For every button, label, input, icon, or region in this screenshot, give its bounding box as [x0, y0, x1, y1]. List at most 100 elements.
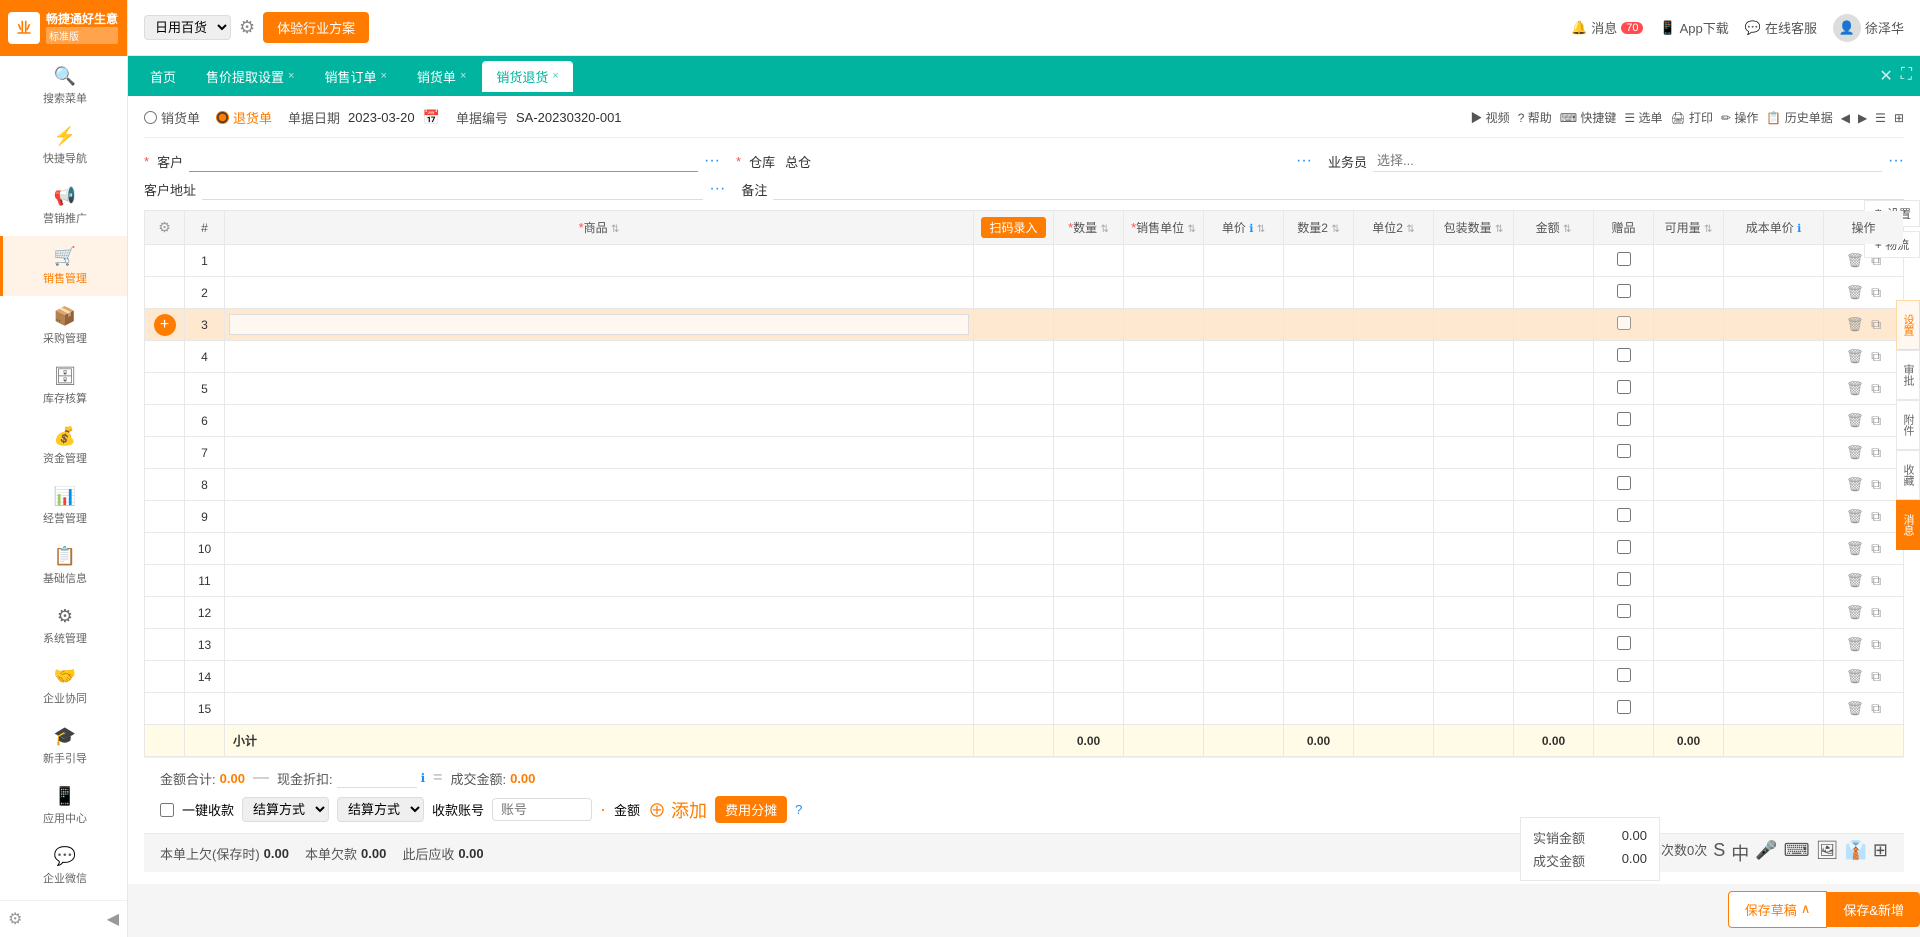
gift-checkbox-6[interactable]: [1617, 412, 1631, 426]
cell-qty-11[interactable]: [1054, 565, 1124, 597]
tab-close-1[interactable]: ×: [288, 70, 294, 82]
chinese-icon[interactable]: 中: [1731, 840, 1749, 866]
delete-btn-5[interactable]: 🗑: [1844, 378, 1866, 399]
prev-doc-btn[interactable]: ◀: [1841, 111, 1850, 125]
gift-checkbox-15[interactable]: [1617, 700, 1631, 714]
tab-2[interactable]: 销售订单×: [310, 61, 400, 92]
cell-pkgqty-9[interactable]: [1434, 501, 1514, 533]
cell-goods-12[interactable]: [225, 597, 974, 629]
cell-gift-9[interactable]: [1594, 501, 1654, 533]
cell-unit-11[interactable]: [1124, 565, 1204, 597]
table-settings-btn[interactable]: ⚙: [158, 219, 171, 236]
help-btn[interactable]: ? 帮助: [1518, 109, 1552, 126]
cell-unit2-5[interactable]: [1354, 373, 1434, 405]
float-btn-settings[interactable]: 设置: [1896, 300, 1920, 350]
qty-sort-icon[interactable]: ⇅: [1101, 224, 1109, 235]
customer-input[interactable]: [189, 150, 698, 172]
cell-qty2-2[interactable]: [1284, 277, 1354, 309]
sidebar-item-12[interactable]: 📱应用中心: [0, 776, 127, 836]
cell-gift-13[interactable]: [1594, 629, 1654, 661]
cell-amount-3[interactable]: [1514, 309, 1594, 341]
delete-btn-15[interactable]: 🗑: [1844, 698, 1866, 719]
cell-price-14[interactable]: [1204, 661, 1284, 693]
cell-price-8[interactable]: [1204, 469, 1284, 501]
gift-checkbox-1[interactable]: [1617, 252, 1631, 266]
cell-price-7[interactable]: [1204, 437, 1284, 469]
cell-unit2-4[interactable]: [1354, 341, 1434, 373]
copy-btn-4[interactable]: ⧉: [1869, 346, 1883, 367]
sidebar-item-10[interactable]: 🤝企业协同: [0, 656, 127, 716]
cell-pkgqty-7[interactable]: [1434, 437, 1514, 469]
gift-checkbox-4[interactable]: [1617, 348, 1631, 362]
cell-gift-2[interactable]: [1594, 277, 1654, 309]
cell-unit2-13[interactable]: [1354, 629, 1434, 661]
cell-unit-9[interactable]: [1124, 501, 1204, 533]
cell-goods-7[interactable]: [225, 437, 974, 469]
img-icon[interactable]: 🖼: [1816, 840, 1839, 866]
cell-qty-12[interactable]: [1054, 597, 1124, 629]
cell-pkgqty-11[interactable]: [1434, 565, 1514, 597]
print-btn[interactable]: 🖨 打印: [1670, 109, 1713, 126]
gift-checkbox-12[interactable]: [1617, 604, 1631, 618]
sidebar-item-0[interactable]: 🔍搜索菜单: [0, 56, 127, 116]
cell-pkgqty-14[interactable]: [1434, 661, 1514, 693]
online-service-btn[interactable]: 💬 在线客服: [1745, 18, 1817, 37]
cell-qty-2[interactable]: [1054, 277, 1124, 309]
address-input[interactable]: [202, 178, 703, 200]
sidebar-item-7[interactable]: 📊经营管理: [0, 476, 127, 536]
cell-pkgqty-2[interactable]: [1434, 277, 1514, 309]
cell-unit2-12[interactable]: [1354, 597, 1434, 629]
price-sort-icon[interactable]: ⇅: [1257, 224, 1265, 235]
cell-unit2-6[interactable]: [1354, 405, 1434, 437]
cell-qty-8[interactable]: [1054, 469, 1124, 501]
cell-pkgqty-8[interactable]: [1434, 469, 1514, 501]
cell-goods-5[interactable]: [225, 373, 974, 405]
cell-qty2-1[interactable]: [1284, 245, 1354, 277]
cell-goods-4[interactable]: [225, 341, 974, 373]
cell-amount-11[interactable]: [1514, 565, 1594, 597]
cell-unit2-3[interactable]: [1354, 309, 1434, 341]
cell-qty2-4[interactable]: [1284, 341, 1354, 373]
cell-qty2-12[interactable]: [1284, 597, 1354, 629]
next-doc-btn[interactable]: ▶: [1858, 111, 1867, 125]
cell-unit2-15[interactable]: [1354, 693, 1434, 725]
calculate-select[interactable]: 结算方式: [337, 797, 424, 822]
cell-qty-14[interactable]: [1054, 661, 1124, 693]
cell-pkgqty-3[interactable]: [1434, 309, 1514, 341]
cell-qty2-8[interactable]: [1284, 469, 1354, 501]
sidebar-item-13[interactable]: 💬企业微信: [0, 836, 127, 896]
cell-goods-1[interactable]: [225, 245, 974, 277]
cell-pkgqty-10[interactable]: [1434, 533, 1514, 565]
discount-input[interactable]: [337, 768, 417, 788]
cell-unit-13[interactable]: [1124, 629, 1204, 661]
copy-btn-12[interactable]: ⧉: [1869, 602, 1883, 623]
discount-info-icon[interactable]: ℹ: [421, 771, 426, 785]
delete-btn-9[interactable]: 🗑: [1844, 506, 1866, 527]
gift-checkbox-9[interactable]: [1617, 508, 1631, 522]
copy-btn-14[interactable]: ⧉: [1869, 666, 1883, 687]
delete-btn-10[interactable]: 🗑: [1844, 538, 1866, 559]
tab-1[interactable]: 售价提取设置×: [192, 61, 308, 92]
person-icon[interactable]: 👔: [1844, 840, 1866, 866]
cell-amount-1[interactable]: [1514, 245, 1594, 277]
scan-btn[interactable]: 扫码录入: [981, 217, 1045, 238]
cell-qty-7[interactable]: [1054, 437, 1124, 469]
cell-goods-6[interactable]: [225, 405, 974, 437]
cell-gift-6[interactable]: [1594, 405, 1654, 437]
cell-unit2-8[interactable]: [1354, 469, 1434, 501]
copy-btn-2[interactable]: ⧉: [1869, 282, 1883, 303]
cell-amount-15[interactable]: [1514, 693, 1594, 725]
cell-unit-14[interactable]: [1124, 661, 1204, 693]
salesperson-input[interactable]: [1373, 150, 1882, 172]
grid-view-btn[interactable]: ⊞: [1894, 111, 1904, 125]
category-dropdown[interactable]: 日用百货: [144, 15, 231, 40]
copy-btn-10[interactable]: ⧉: [1869, 538, 1883, 559]
sidebar-item-8[interactable]: 📋基础信息: [0, 536, 127, 596]
salesperson-select-btn[interactable]: ···: [1888, 152, 1904, 170]
operation-btn[interactable]: ✏ 操作: [1721, 109, 1758, 126]
cell-qty2-9[interactable]: [1284, 501, 1354, 533]
cell-price-15[interactable]: [1204, 693, 1284, 725]
cell-goods-14[interactable]: [225, 661, 974, 693]
delete-btn-11[interactable]: 🗑: [1844, 570, 1866, 591]
tab-close-3[interactable]: ×: [460, 70, 466, 82]
